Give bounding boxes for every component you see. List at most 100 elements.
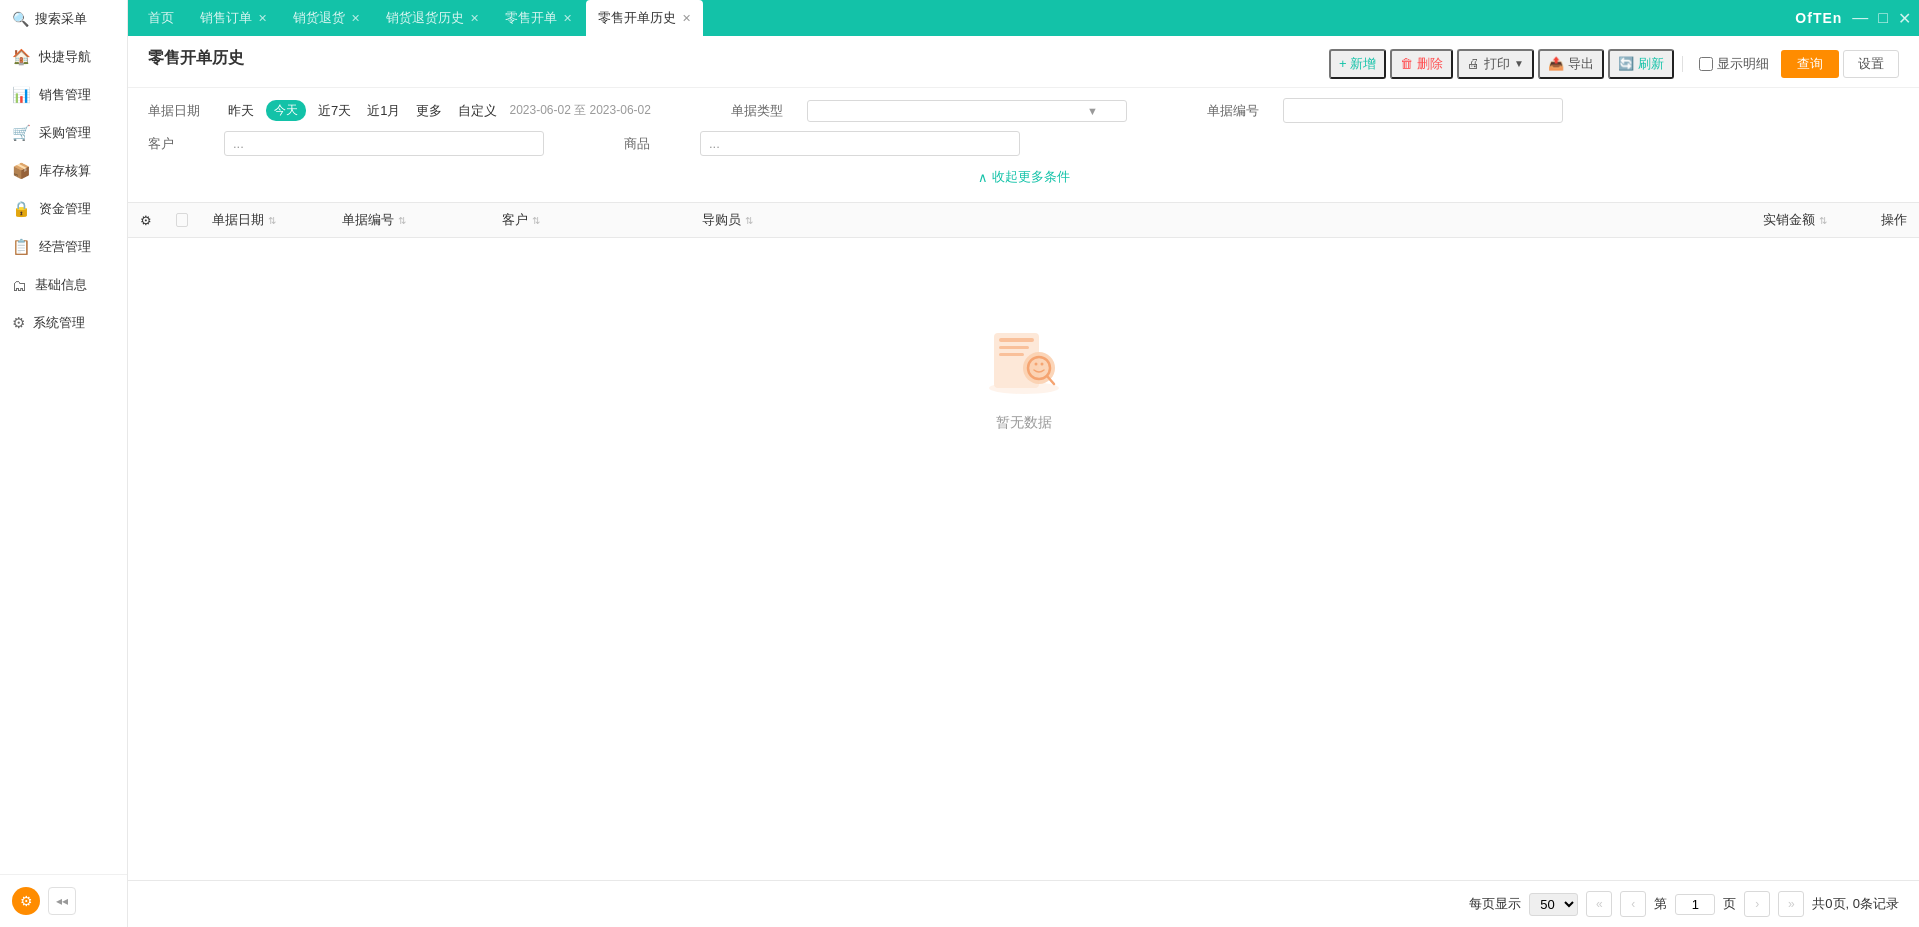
customer-input[interactable]: ... [224,131,544,156]
tab-close-icon[interactable]: ✕ [682,12,691,25]
quick-nav-icon: 🏠 [12,48,31,66]
th-amount[interactable]: 实销金额 ⇅ [810,211,1839,229]
tab-retail-open[interactable]: 零售开单 ✕ [493,0,584,36]
tab-home[interactable]: 首页 [136,0,186,36]
customer-filter-label: 客户 [148,135,204,153]
sidebar-item-label: 基础信息 [35,276,87,294]
page-number-input[interactable] [1675,894,1715,915]
system-icon: ⚙ [12,314,25,332]
first-page-button[interactable]: « [1586,891,1612,917]
date-more[interactable]: 更多 [412,100,446,122]
sidebar-item-quick-nav[interactable]: 🏠 快捷导航 [0,38,127,76]
sort-date-icon: ⇅ [268,215,276,226]
per-page-label: 每页显示 [1469,895,1521,913]
sort-ordernum-icon: ⇅ [398,215,406,226]
tab-retail-open-history[interactable]: 零售开单历史 ✕ [586,0,703,36]
th-customer[interactable]: 客户 ⇅ [490,211,690,229]
th-checkbox[interactable] [164,213,200,227]
sidebar-item-operations[interactable]: 📋 经营管理 [0,228,127,266]
print-button[interactable]: 🖨 打印 ▼ [1457,49,1534,79]
delete-button[interactable]: 🗑 删除 [1390,49,1453,79]
sidebar-item-finance[interactable]: 🔒 资金管理 [0,190,127,228]
th-guide-label: 导购员 [702,211,741,229]
delete-label: 删除 [1417,55,1443,73]
date-filter-label: 单据日期 [148,102,204,120]
date-yesterday[interactable]: 昨天 [224,100,258,122]
next-page-button[interactable]: › [1744,891,1770,917]
tab-sales-order[interactable]: 销售订单 ✕ [188,0,279,36]
date-today[interactable]: 今天 [266,100,306,121]
page-title: 零售开单历史 [148,48,244,69]
sidebar-item-system-mgmt[interactable]: ⚙ 系统管理 [0,304,127,342]
window-close-button[interactable]: ✕ [1898,9,1911,28]
right-toolbar: + 新增 🗑 删除 🖨 打印 ▼ 📤 导出 🔄 刷新 [1329,49,1899,79]
order-num-input[interactable] [1283,98,1563,123]
display-detail-checkbox[interactable] [1699,57,1713,71]
prev-page-button[interactable]: ‹ [1620,891,1646,917]
export-button[interactable]: 📤 导出 [1538,49,1604,79]
window-maximize-button[interactable]: □ [1878,9,1888,27]
toolbar-divider [1682,56,1683,72]
tab-close-icon[interactable]: ✕ [563,12,572,25]
customer-placeholder: ... [233,136,244,151]
product-input[interactable]: ... [700,131,1020,156]
search-icon: 🔍 [12,11,29,27]
product-filter-label: 商品 [624,135,680,153]
table-header: ⚙ 单据日期 ⇅ 单据编号 ⇅ 客户 ⇅ 导购员 [128,203,1919,238]
tab-sales-return[interactable]: 销货退货 ✕ [281,0,372,36]
per-page-select[interactable]: 50 [1529,893,1578,916]
settings-toolbar-button[interactable]: 设置 [1843,50,1899,78]
sort-customer-icon: ⇅ [532,215,540,226]
purchase-icon: 🛒 [12,124,31,142]
content-wrapper: 零售开单历史 + 新增 🗑 删除 🖨 打印 ▼ 📤 导出 🔄 [128,36,1919,927]
inventory-icon: 📦 [12,162,31,180]
print-icon: 🖨 [1467,56,1480,71]
display-detail-button[interactable]: 显示明细 [1691,51,1777,77]
refresh-icon: 🔄 [1618,56,1634,71]
sidebar-search[interactable]: 🔍 搜索采单 [0,0,127,38]
sidebar-item-label: 库存核算 [39,162,91,180]
empty-text: 暂无数据 [996,414,1052,432]
date-1month[interactable]: 近1月 [363,100,404,122]
tab-close-icon[interactable]: ✕ [470,12,479,25]
sidebar-item-sales-mgmt[interactable]: 📊 销售管理 [0,76,127,114]
operations-icon: 📋 [12,238,31,256]
tab-sales-return-label: 销货退货 [293,9,345,27]
page-header: 零售开单历史 + 新增 🗑 删除 🖨 打印 ▼ 📤 导出 🔄 [128,36,1919,88]
print-arrow-icon: ▼ [1514,58,1524,69]
tab-close-icon[interactable]: ✕ [258,12,267,25]
brand-logo: OfTEn [1795,10,1842,26]
tab-close-icon[interactable]: ✕ [351,12,360,25]
sidebar-item-label: 经营管理 [39,238,91,256]
add-button[interactable]: + 新增 [1329,49,1386,79]
select-all-checkbox[interactable] [176,213,188,227]
th-guide[interactable]: 导购员 ⇅ [690,211,810,229]
settings-button[interactable]: ⚙ [12,887,40,915]
svg-rect-3 [999,346,1029,349]
last-page-button[interactable]: » [1778,891,1804,917]
sort-amount-icon: ⇅ [1819,215,1827,226]
date-7days[interactable]: 近7天 [314,100,355,122]
sidebar-item-basic-info[interactable]: 🗂 基础信息 [0,266,127,304]
th-date[interactable]: 单据日期 ⇅ [200,211,330,229]
date-custom[interactable]: 自定义 [454,100,501,122]
refresh-button[interactable]: 🔄 刷新 [1608,49,1674,79]
tab-sales-return-history-label: 销货退货历史 [386,9,464,27]
th-order-num[interactable]: 单据编号 ⇅ [330,211,490,229]
filter-area: 单据日期 昨天 今天 近7天 近1月 更多 自定义 2023-06-02 至 2… [128,88,1919,203]
th-action-label: 操作 [1881,211,1907,229]
tab-sales-return-history[interactable]: 销货退货历史 ✕ [374,0,491,36]
sidebar: 🔍 搜索采单 🏠 快捷导航 📊 销售管理 🛒 采购管理 📦 库存核算 🔒 资金管… [0,0,128,927]
order-type-select[interactable]: ▼ [807,100,1127,122]
sidebar-item-purchase-mgmt[interactable]: 🛒 采购管理 [0,114,127,152]
collapse-more-button[interactable]: ∧ 收起更多条件 [148,164,1899,192]
sidebar-item-inventory[interactable]: 📦 库存核算 [0,152,127,190]
sidebar-item-label: 系统管理 [33,314,85,332]
window-minimize-button[interactable]: — [1852,9,1868,27]
th-settings[interactable]: ⚙ [128,213,164,228]
page-label: 第 [1654,895,1667,913]
th-ordernum-label: 单据编号 [342,211,394,229]
query-button[interactable]: 查询 [1781,50,1839,78]
collapse-sidebar-button[interactable]: ◂◂ [48,887,76,915]
filter-row-1: 单据日期 昨天 今天 近7天 近1月 更多 自定义 2023-06-02 至 2… [148,98,1899,123]
